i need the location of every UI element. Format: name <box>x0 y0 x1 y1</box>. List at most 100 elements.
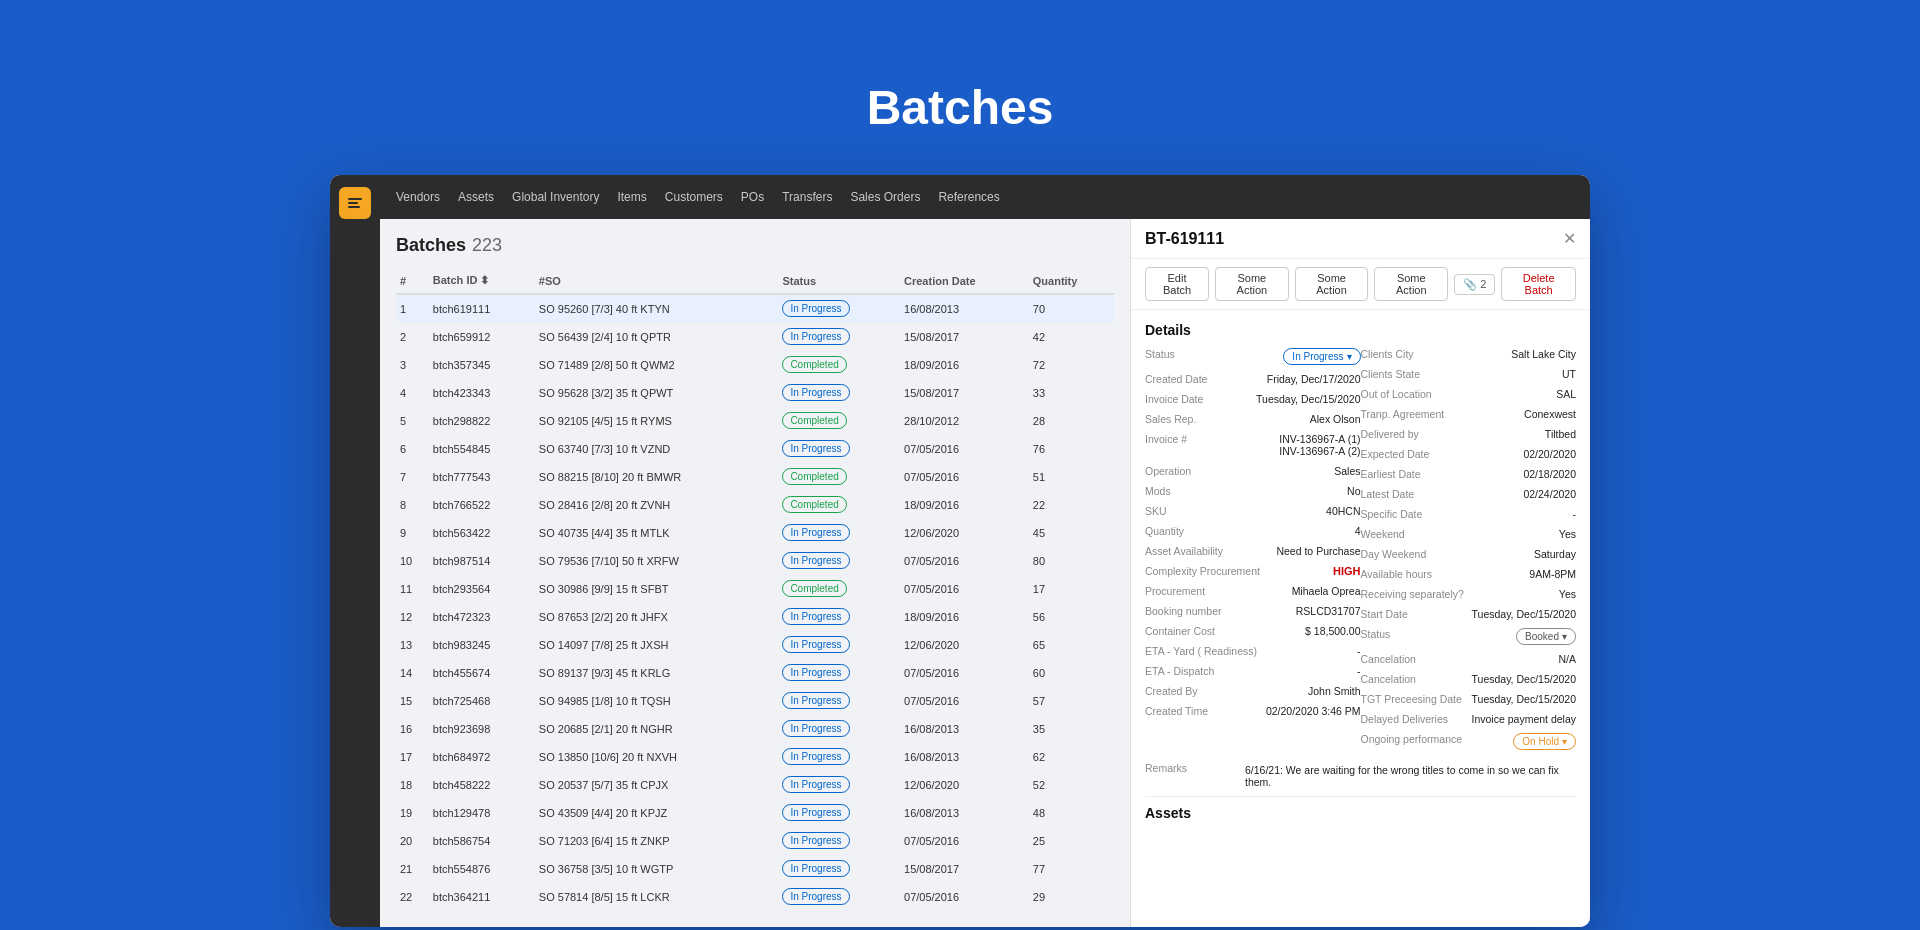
delayed-row: Delayed Deliveries Invoice payment delay <box>1361 713 1577 725</box>
attachment-badge[interactable]: 📎 2 <box>1454 274 1495 295</box>
row-so: SO 13850 [10/6] 20 ft NXVH <box>535 743 779 771</box>
col-so: #SO <box>535 268 779 294</box>
row-num: 11 <box>396 575 429 603</box>
table-row[interactable]: 8 btch766522 SO 28416 [2/8] 20 ft ZVNH C… <box>396 491 1114 519</box>
table-row[interactable]: 7 btch777543 SO 88215 [8/10] 20 ft BMWR … <box>396 463 1114 491</box>
table-row[interactable]: 21 btch554876 SO 36758 [3/5] 10 ft WGTP … <box>396 855 1114 883</box>
row-num: 14 <box>396 659 429 687</box>
nav-items[interactable]: Items <box>617 190 646 204</box>
table-row[interactable]: 4 btch423343 SO 95628 [3/2] 35 ft QPWT I… <box>396 379 1114 407</box>
main-area: Vendors Assets Global Inventory Items Cu… <box>380 175 1590 927</box>
container-cost-row: Container Cost $ 18,500.00 <box>1145 625 1361 637</box>
row-qty: 56 <box>1029 603 1114 631</box>
tgt-value: Tuesday, Dec/15/2020 <box>1462 693 1576 705</box>
row-qty: 29 <box>1029 883 1114 911</box>
row-date: 16/08/2013 <box>900 743 1029 771</box>
app-container: Vendors Assets Global Inventory Items Cu… <box>330 175 1590 927</box>
complexity-value: HIGH <box>1260 565 1361 577</box>
row-date: 16/08/2013 <box>900 294 1029 323</box>
table-row[interactable]: 5 btch298822 SO 92105 [4/5] 15 ft RYMS C… <box>396 407 1114 435</box>
mods-row: Mods No <box>1145 485 1361 497</box>
tranp-agreement-value: Conexwest <box>1461 408 1577 420</box>
some-action-3-button[interactable]: Some Action <box>1374 267 1448 301</box>
table-row[interactable]: 9 btch563422 SO 40735 [4/4] 35 ft MTLK I… <box>396 519 1114 547</box>
row-batch-id: btch357345 <box>429 351 535 379</box>
row-status: In Progress <box>778 547 900 575</box>
invoice-value: INV-136967-A (1) INV-136967-A (2) <box>1245 433 1361 457</box>
table-row[interactable]: 6 btch554845 SO 63740 [7/3] 10 ft VZND I… <box>396 435 1114 463</box>
mods-value: No <box>1245 485 1361 497</box>
row-date: 18/09/2016 <box>900 351 1029 379</box>
row-status: In Progress <box>778 631 900 659</box>
nav-assets[interactable]: Assets <box>458 190 494 204</box>
clients-state-label: Clients State <box>1361 368 1461 380</box>
row-so: SO 63740 [7/3] 10 ft VZND <box>535 435 779 463</box>
start-date-label: Start Date <box>1361 608 1461 620</box>
row-num: 9 <box>396 519 429 547</box>
some-action-2-button[interactable]: Some Action <box>1295 267 1369 301</box>
nav-vendors[interactable]: Vendors <box>396 190 440 204</box>
specific-date-value: - <box>1461 508 1577 520</box>
table-row[interactable]: 18 btch458222 SO 20537 [5/7] 35 ft CPJX … <box>396 771 1114 799</box>
col-date: Creation Date <box>900 268 1029 294</box>
table-row[interactable]: 22 btch364211 SO 57814 [8/5] 15 ft LCKR … <box>396 883 1114 911</box>
table-row[interactable]: 20 btch586754 SO 71203 [6/4] 15 ft ZNKP … <box>396 827 1114 855</box>
sidebar-logo[interactable] <box>339 187 371 219</box>
row-so: SO 94985 [1/8] 10 ft TQSH <box>535 687 779 715</box>
row-status: Completed <box>778 575 900 603</box>
row-status: Completed <box>778 463 900 491</box>
booked-dropdown[interactable]: Booked ▾ <box>1516 628 1576 645</box>
table-row[interactable]: 10 btch987514 SO 79536 [7/10] 50 ft XRFW… <box>396 547 1114 575</box>
table-row[interactable]: 13 btch983245 SO 14097 [7/8] 25 ft JXSH … <box>396 631 1114 659</box>
row-date: 15/08/2017 <box>900 855 1029 883</box>
table-row[interactable]: 15 btch725468 SO 94985 [1/8] 10 ft TQSH … <box>396 687 1114 715</box>
row-status: In Progress <box>778 294 900 323</box>
nav-references[interactable]: References <box>938 190 999 204</box>
earliest-date-label: Earliest Date <box>1361 468 1461 480</box>
status-dropdown[interactable]: In Progress ▾ <box>1283 348 1360 365</box>
nav-pos[interactable]: POs <box>741 190 764 204</box>
row-date: 12/06/2020 <box>900 631 1029 659</box>
top-nav: Vendors Assets Global Inventory Items Cu… <box>380 175 1590 219</box>
table-row[interactable]: 11 btch293564 SO 30986 [9/9] 15 ft SFBT … <box>396 575 1114 603</box>
quantity-row: Quantity 4 <box>1145 525 1361 537</box>
eta-dispatch-row: ETA - Dispatch - <box>1145 665 1361 677</box>
nav-global-inventory[interactable]: Global Inventory <box>512 190 599 204</box>
ongoing-value[interactable]: On Hold ▾ <box>1462 733 1576 750</box>
details-section-title: Details <box>1145 322 1576 338</box>
expected-date-value: 02/20/2020 <box>1461 448 1577 460</box>
eta-dispatch-value: - <box>1245 665 1361 677</box>
row-batch-id: btch423343 <box>429 379 535 407</box>
table-row[interactable]: 16 btch923698 SO 20685 [2/1] 20 ft NGHR … <box>396 715 1114 743</box>
table-row[interactable]: 14 btch455674 SO 89137 [9/3] 45 ft KRLG … <box>396 659 1114 687</box>
clients-city-row: Clients City Salt Lake City <box>1361 348 1577 360</box>
status2-value[interactable]: Booked ▾ <box>1461 628 1577 645</box>
remarks-label: Remarks <box>1145 762 1245 774</box>
nav-transfers[interactable]: Transfers <box>782 190 832 204</box>
row-qty: 48 <box>1029 799 1114 827</box>
nav-sales-orders[interactable]: Sales Orders <box>850 190 920 204</box>
row-status: In Progress <box>778 379 900 407</box>
table-row[interactable]: 1 btch619111 SO 95260 [7/3] 40 ft KTYN I… <box>396 294 1114 323</box>
nav-customers[interactable]: Customers <box>665 190 723 204</box>
edit-batch-button[interactable]: Edit Batch <box>1145 267 1209 301</box>
close-icon[interactable]: ✕ <box>1563 229 1576 248</box>
table-row[interactable]: 2 btch659912 SO 56439 [2/4] 10 ft QPTR I… <box>396 323 1114 351</box>
table-row[interactable]: 3 btch357345 SO 71489 [2/8] 50 ft QWM2 C… <box>396 351 1114 379</box>
status-badge-detail[interactable]: In Progress ▾ <box>1245 348 1361 365</box>
delete-batch-button[interactable]: Delete Batch <box>1501 267 1576 301</box>
row-batch-id: btch458222 <box>429 771 535 799</box>
container-cost-value: $ 18,500.00 <box>1245 625 1361 637</box>
row-status: Completed <box>778 491 900 519</box>
table-row[interactable]: 19 btch129478 SO 43509 [4/4] 20 ft KPJZ … <box>396 799 1114 827</box>
row-num: 5 <box>396 407 429 435</box>
table-header-row: Batches 223 <box>396 235 1114 256</box>
row-so: SO 71489 [2/8] 50 ft QWM2 <box>535 351 779 379</box>
status-row: Status In Progress ▾ <box>1145 348 1361 365</box>
sales-rep-label: Sales Rep. <box>1145 413 1245 425</box>
table-row[interactable]: 17 btch684972 SO 13850 [10/6] 20 ft NXVH… <box>396 743 1114 771</box>
some-action-1-button[interactable]: Some Action <box>1215 267 1289 301</box>
table-row[interactable]: 12 btch472323 SO 87653 [2/2] 20 ft JHFX … <box>396 603 1114 631</box>
on-hold-dropdown[interactable]: On Hold ▾ <box>1513 733 1576 750</box>
row-batch-id: btch725468 <box>429 687 535 715</box>
